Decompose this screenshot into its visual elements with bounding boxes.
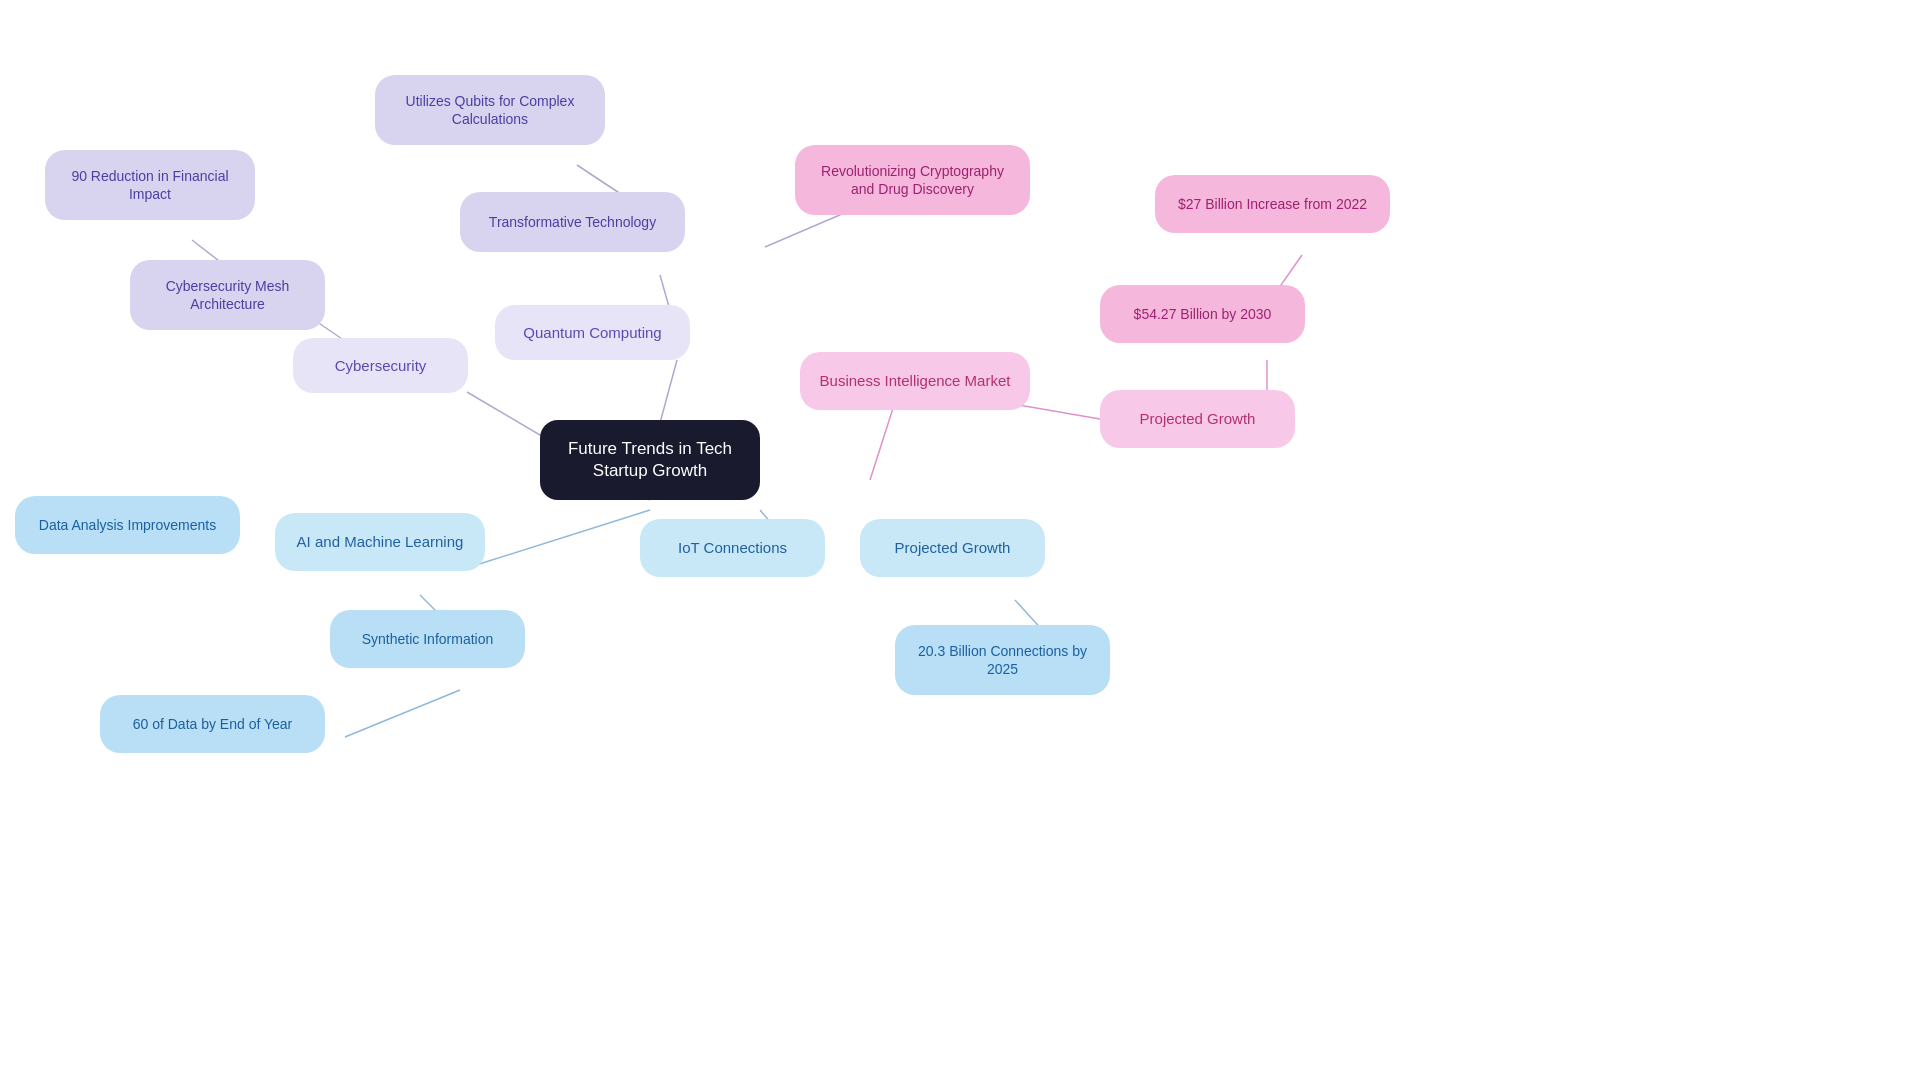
bi-market-node: Business Intelligence Market: [800, 352, 1030, 410]
projected-growth-bi-node: Projected Growth: [1100, 390, 1295, 448]
iot-node: IoT Connections: [640, 519, 825, 577]
bi-market-label: Business Intelligence Market: [820, 371, 1011, 391]
quantum-node: Quantum Computing: [495, 305, 690, 360]
svg-line-11: [470, 510, 650, 567]
financial-impact-node: 90 Reduction in Financial Impact: [45, 150, 255, 220]
projected-growth-iot-label: Projected Growth: [895, 538, 1011, 558]
svg-line-14: [345, 690, 460, 737]
synthetic-node: Synthetic Information: [330, 610, 525, 668]
cybersecurity-mesh-node: Cybersecurity Mesh Architecture: [130, 260, 325, 330]
20billion-label: 20.3 Billion Connections by 2025: [918, 642, 1087, 678]
20billion-node: 20.3 Billion Connections by 2025: [895, 625, 1110, 695]
revolutionizing-node: Revolutionizing Cryptography and Drug Di…: [795, 145, 1030, 215]
ai-ml-label: AI and Machine Learning: [297, 532, 464, 552]
center-label: Future Trends in Tech Startup Growth: [568, 438, 732, 482]
27billion-label: $27 Billion Increase from 2022: [1178, 195, 1367, 213]
54billion-label: $54.27 Billion by 2030: [1134, 305, 1272, 323]
financial-impact-label: 90 Reduction in Financial Impact: [71, 167, 228, 203]
quantum-label: Quantum Computing: [523, 323, 661, 343]
transformative-node: Transformative Technology: [460, 192, 685, 252]
data-analysis-label: Data Analysis Improvements: [39, 516, 216, 534]
cybersecurity-label: Cybersecurity: [335, 356, 427, 376]
revolutionizing-label: Revolutionizing Cryptography and Drug Di…: [821, 162, 1004, 198]
qubits-label: Utilizes Qubits for Complex Calculations: [406, 92, 575, 128]
synthetic-label: Synthetic Information: [362, 630, 494, 648]
projected-growth-iot-node: Projected Growth: [860, 519, 1045, 577]
svg-line-7: [870, 402, 895, 480]
iot-label: IoT Connections: [678, 538, 787, 558]
projected-growth-bi-label: Projected Growth: [1140, 409, 1256, 429]
data-analysis-node: Data Analysis Improvements: [15, 496, 240, 554]
cybersecurity-node: Cybersecurity: [293, 338, 468, 393]
ai-ml-node: AI and Machine Learning: [275, 513, 485, 571]
data-end-year-node: 60 of Data by End of Year: [100, 695, 325, 753]
qubits-node: Utilizes Qubits for Complex Calculations: [375, 75, 605, 145]
transformative-label: Transformative Technology: [489, 213, 656, 231]
cybersecurity-mesh-label: Cybersecurity Mesh Architecture: [166, 277, 290, 313]
27billion-node: $27 Billion Increase from 2022: [1155, 175, 1390, 233]
54billion-node: $54.27 Billion by 2030: [1100, 285, 1305, 343]
center-node: Future Trends in Tech Startup Growth: [540, 420, 760, 500]
data-end-year-label: 60 of Data by End of Year: [133, 715, 293, 733]
